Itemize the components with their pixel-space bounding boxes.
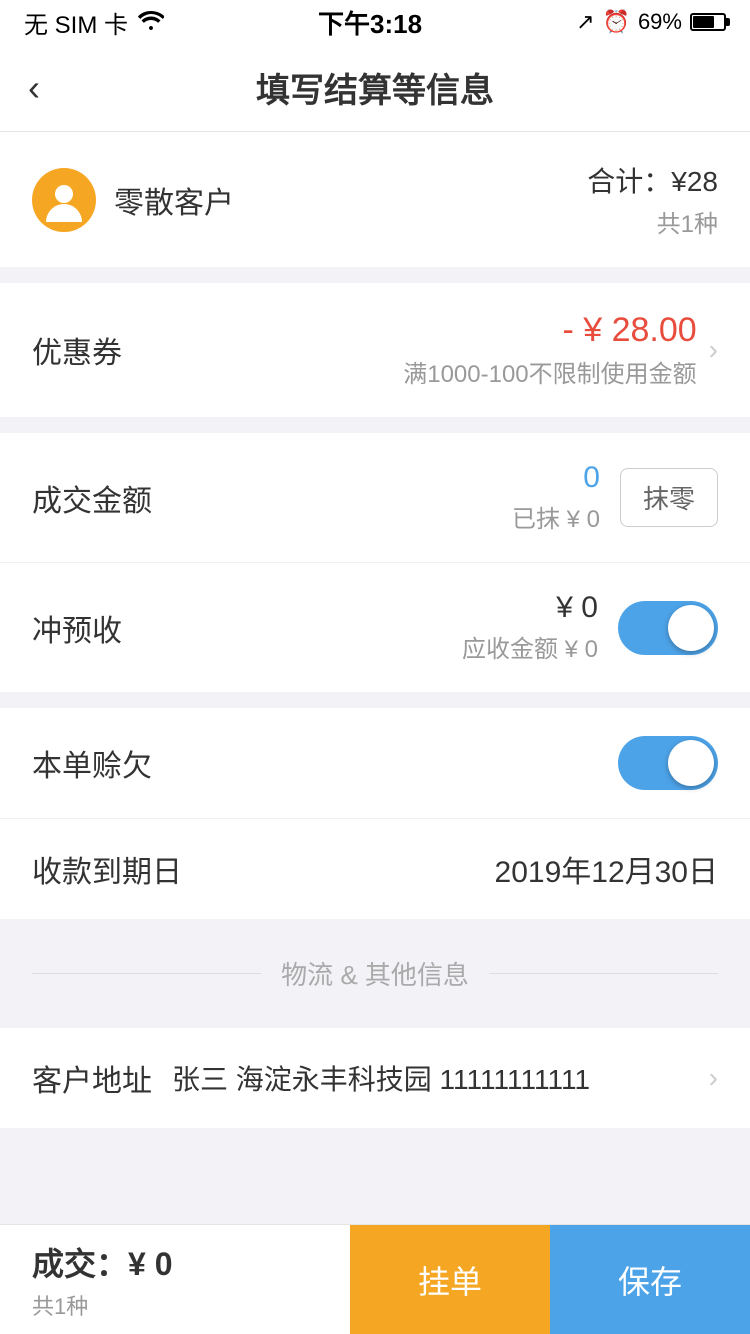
pending-label: 挂单 xyxy=(418,1257,482,1303)
prepay-value: ¥ 0 xyxy=(556,591,598,625)
status-bar: 无 SIM 卡 下午3:18 ↗ ⏰ 69% xyxy=(0,0,750,44)
coupon-text-block: - ¥ 28.00 满1000-100不限制使用金额 xyxy=(403,311,696,389)
battery-text: 69% xyxy=(638,9,682,35)
coupon-row[interactable]: 优惠券 - ¥ 28.00 满1000-100不限制使用金额 › xyxy=(0,283,750,417)
nav-bar: ‹ 填写结算等信息 xyxy=(0,44,750,132)
deal-amount-row: 成交金额 0 已抹 ¥ 0 抹零 xyxy=(0,433,750,563)
bottom-deal-value: ¥ 0 xyxy=(128,1246,172,1282)
customer-row: 零散客户 合计：¥28 共1种 xyxy=(0,132,750,267)
deal-amount-right: 0 已抹 ¥ 0 抹零 xyxy=(172,461,718,534)
credit-toggle[interactable] xyxy=(618,736,718,790)
bottom-bar: 成交：¥ 0 共1种 挂单 保存 xyxy=(0,1224,750,1334)
bottom-count: 共1种 xyxy=(32,1289,318,1321)
bottom-deal-label: 成交： xyxy=(32,1246,128,1282)
status-right: ↗ ⏰ 69% xyxy=(576,9,726,35)
address-chevron-icon: › xyxy=(709,1062,718,1094)
coupon-sub: 满1000-100不限制使用金额 xyxy=(403,354,696,389)
back-button[interactable]: ‹ xyxy=(28,67,40,109)
bottom-summary: 成交：¥ 0 共1种 xyxy=(0,1239,350,1321)
address-label: 客户地址 xyxy=(32,1056,152,1100)
address-row[interactable]: 客户地址 张三 海淀永丰科技园 11111111111 › xyxy=(0,1028,750,1128)
deal-section: 成交金额 0 已抹 ¥ 0 抹零 冲预收 ¥ 0 应收金额 ¥ 0 xyxy=(0,433,750,692)
customer-left: 零散客户 xyxy=(32,168,234,232)
pending-button[interactable]: 挂单 xyxy=(350,1225,550,1334)
wifi-icon xyxy=(138,8,164,36)
credit-label: 本单赊欠 xyxy=(32,741,172,785)
status-left: 无 SIM 卡 xyxy=(24,5,164,40)
battery-icon xyxy=(690,13,726,31)
customer-total: 合计：¥28 xyxy=(587,160,718,200)
due-date-row: 收款到期日 2019年12月30日 xyxy=(0,819,750,919)
save-button[interactable]: 保存 xyxy=(550,1225,750,1334)
logistics-divider-text: 物流 & 其他信息 xyxy=(261,955,489,992)
prepay-toggle-knob xyxy=(668,605,714,651)
alarm-icon: ⏰ xyxy=(603,9,630,35)
credit-right xyxy=(172,736,718,790)
prepay-right: ¥ 0 应收金额 ¥ 0 xyxy=(172,591,718,664)
customer-name: 零散客户 xyxy=(114,178,234,222)
coupon-section: 优惠券 - ¥ 28.00 满1000-100不限制使用金额 › xyxy=(0,283,750,417)
coupon-chevron-icon: › xyxy=(709,334,718,366)
divider-line-right xyxy=(489,973,718,974)
due-date-value[interactable]: 2019年12月30日 xyxy=(495,847,718,891)
round-zero-button[interactable]: 抹零 xyxy=(620,468,718,527)
prepay-label: 冲预收 xyxy=(32,606,172,650)
customer-count: 共1种 xyxy=(587,204,718,239)
prepay-amount-area: ¥ 0 应收金额 ¥ 0 xyxy=(462,591,598,664)
customer-avatar xyxy=(32,168,96,232)
prepay-row: 冲预收 ¥ 0 应收金额 ¥ 0 xyxy=(0,563,750,692)
credit-section: 本单赊欠 收款到期日 2019年12月30日 xyxy=(0,708,750,919)
coupon-label: 优惠券 xyxy=(32,328,172,372)
coupon-right: - ¥ 28.00 满1000-100不限制使用金额 › xyxy=(403,311,718,389)
amount-input-area: 0 已抹 ¥ 0 xyxy=(512,461,600,534)
deal-amount-value[interactable]: 0 xyxy=(583,461,600,495)
deal-amount-label: 成交金额 xyxy=(32,476,172,520)
deal-amount-sub: 已抹 ¥ 0 xyxy=(512,499,600,534)
prepay-sub: 应收金额 ¥ 0 xyxy=(462,629,598,664)
logistics-divider: 物流 & 其他信息 xyxy=(0,935,750,1012)
page-title: 填写结算等信息 xyxy=(256,63,494,112)
customer-right: 合计：¥28 共1种 xyxy=(587,160,718,239)
bottom-deal-text: 成交：¥ 0 xyxy=(32,1239,318,1285)
prepay-toggle[interactable] xyxy=(618,601,718,655)
due-date-label: 收款到期日 xyxy=(32,847,182,891)
credit-row: 本单赊欠 xyxy=(0,708,750,819)
location-icon: ↗ xyxy=(576,9,594,35)
credit-toggle-knob xyxy=(668,740,714,786)
coupon-discount: - ¥ 28.00 xyxy=(403,311,696,350)
no-sim-text: 无 SIM 卡 xyxy=(24,5,128,40)
divider-line-left xyxy=(32,973,261,974)
status-time: 下午3:18 xyxy=(318,4,422,41)
save-label: 保存 xyxy=(618,1257,682,1303)
address-value: 张三 海淀永丰科技园 11111111111 xyxy=(172,1058,709,1098)
content: 零散客户 合计：¥28 共1种 优惠券 - ¥ 28.00 满1000-100不… xyxy=(0,132,750,1274)
